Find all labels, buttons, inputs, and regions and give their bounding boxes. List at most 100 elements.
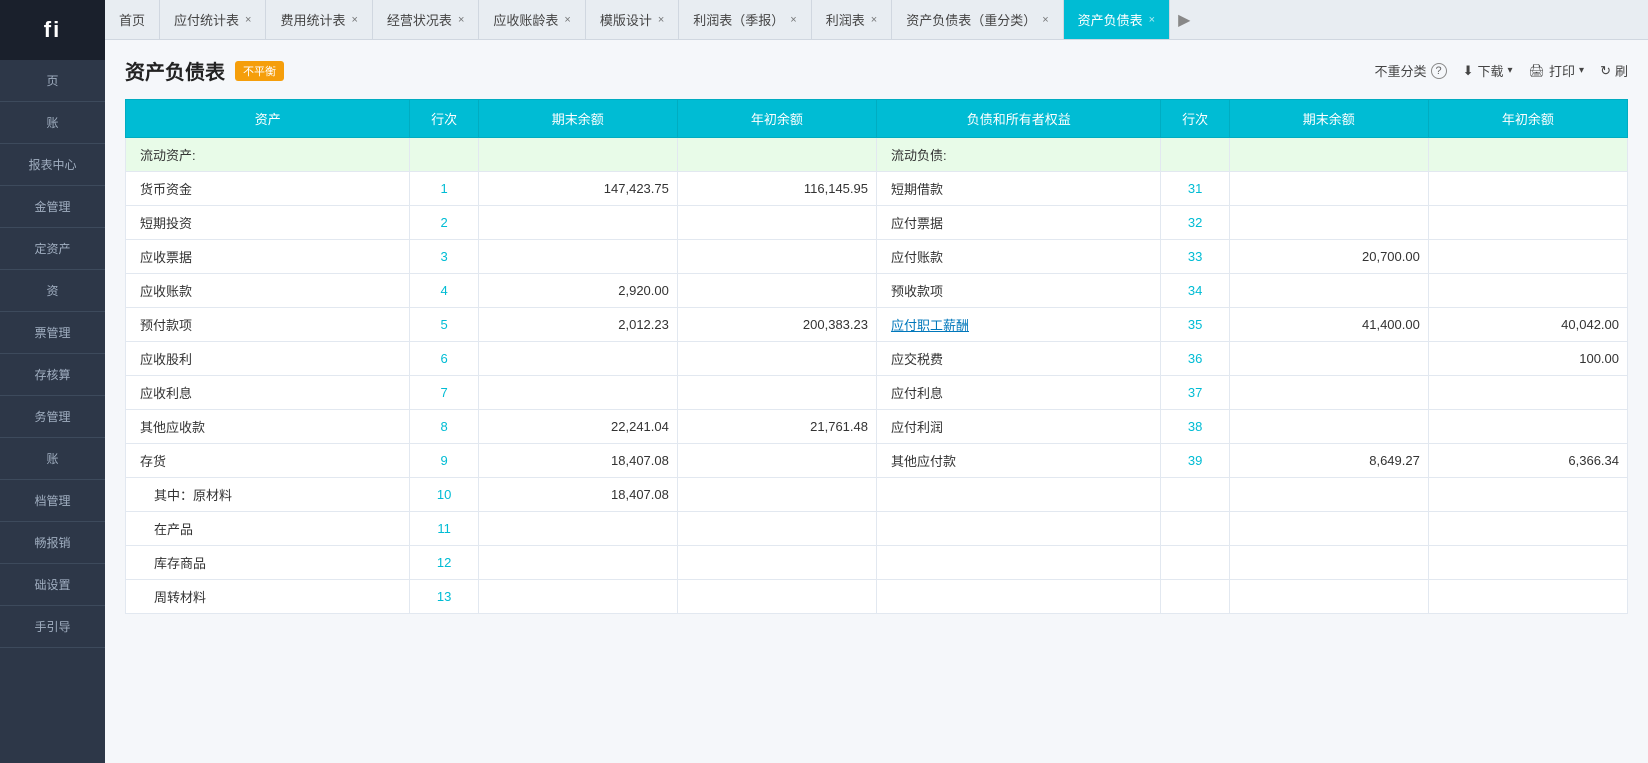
sidebar-item-ledger[interactable]: 账 [0,102,105,144]
right-label: 应付利润 [876,410,1160,444]
left-line: 6 [410,342,478,376]
left-line: 9 [410,444,478,478]
tab-expense-stats[interactable]: 费用统计表 × [266,0,372,40]
tab-close-icon[interactable]: × [351,14,357,26]
right-period [1229,580,1428,614]
page-header: 资产负债表 不平衡 不重分类 ? ⬇ 下载 ▾ 🖨 打印 ▾ [125,56,1628,85]
left-label: 其他应收款 [126,410,410,444]
right-period [1229,410,1428,444]
right-line: 37 [1161,376,1229,410]
help-icon[interactable]: ? [1431,63,1447,79]
left-label: 短期投资 [126,206,410,240]
right-period [1229,512,1428,546]
sidebar-item-settings[interactable]: 础设置 [0,564,105,606]
right-line [1161,478,1229,512]
classify-action[interactable]: 不重分类 ? [1375,61,1447,80]
section-left-label: 流动资产: [126,138,410,172]
tab-balance-reclassified[interactable]: 资产负债表（重分类） × [892,0,1063,40]
right-period [1229,274,1428,308]
left-line: 5 [410,308,478,342]
left-line: 10 [410,478,478,512]
sidebar-item-inventory[interactable]: 存核算 [0,354,105,396]
sidebar-item-accounts[interactable]: 账 [0,438,105,480]
download-icon: ⬇ [1463,63,1474,79]
right-line: 35 [1161,308,1229,342]
download-chevron-icon: ▾ [1507,65,1512,76]
tab-close-active-icon[interactable]: × [1149,14,1155,26]
right-year [1428,410,1627,444]
col-header-period-end: 期末余额 [478,100,677,138]
sidebar-item-archive[interactable]: 档管理 [0,480,105,522]
sidebar-logo: fi [0,0,105,60]
tab-scroll-right[interactable]: ▶ [1170,10,1198,30]
sidebar-item-tax[interactable]: 务管理 [0,396,105,438]
section-right-year [1428,138,1627,172]
right-line: 39 [1161,444,1229,478]
tab-close-icon[interactable]: × [245,14,251,26]
sidebar-item-home[interactable]: 页 [0,60,105,102]
print-icon: 🖨 [1529,63,1546,79]
left-label: 在产品 [126,512,410,546]
left-year [677,580,876,614]
right-year [1428,546,1627,580]
right-label [876,478,1160,512]
tab-operations[interactable]: 经营状况表 × [373,0,479,40]
sidebar-item-bills[interactable]: 票管理 [0,312,105,354]
refresh-action[interactable]: ↻ 刷 [1600,61,1628,80]
right-year: 100.00 [1428,342,1627,376]
tab-close-icon[interactable]: × [1042,14,1048,26]
tab-close-icon[interactable]: × [790,14,796,26]
tab-template[interactable]: 模版设计 × [586,0,679,40]
left-year [677,376,876,410]
right-label: 预收款项 [876,274,1160,308]
right-label: 应付票据 [876,206,1160,240]
tab-ar-aging[interactable]: 应收账龄表 × [479,0,585,40]
download-action[interactable]: ⬇ 下载 ▾ [1463,61,1513,80]
tab-close-icon[interactable]: × [564,14,570,26]
table-row: 其他应收款 8 22,241.04 21,761.48 应付利润 38 [126,410,1628,444]
col-header-asset: 资产 [126,100,410,138]
sidebar-item-guide[interactable]: 手引导 [0,606,105,648]
section-right-period [1229,138,1428,172]
tab-home[interactable]: 首页 [105,0,160,40]
right-year [1428,172,1627,206]
right-line: 36 [1161,342,1229,376]
tab-ap-stats[interactable]: 应付统计表 × [160,0,266,40]
right-line: 38 [1161,410,1229,444]
tab-profit[interactable]: 利润表 × [812,0,892,40]
right-year [1428,274,1627,308]
left-label: 应收利息 [126,376,410,410]
tab-close-icon[interactable]: × [871,14,877,26]
left-label: 应收账款 [126,274,410,308]
right-period: 8,649.27 [1229,444,1428,478]
print-action[interactable]: 🖨 打印 ▾ [1529,61,1585,80]
sidebar-item-finance[interactable]: 金管理 [0,186,105,228]
section-right-label: 流动负债: [876,138,1160,172]
tab-profit-quarterly[interactable]: 利润表（季报） × [679,0,811,40]
right-year [1428,478,1627,512]
sidebar-item-reports[interactable]: 报表中心 [0,144,105,186]
right-period [1229,206,1428,240]
tab-balance[interactable]: 资产负债表 × [1064,0,1170,40]
left-period: 18,407.08 [478,444,677,478]
table-row: 应收利息 7 应付利息 37 [126,376,1628,410]
print-chevron-icon: ▾ [1579,65,1584,76]
right-year [1428,240,1627,274]
tab-close-icon[interactable]: × [458,14,464,26]
left-line: 13 [410,580,478,614]
left-year [677,274,876,308]
right-line: 34 [1161,274,1229,308]
section-row: 流动资产: 流动负债: [126,138,1628,172]
right-line: 32 [1161,206,1229,240]
left-period: 2,012.23 [478,308,677,342]
left-year: 21,761.48 [677,410,876,444]
left-label: 其中：原材料 [126,478,410,512]
left-year: 116,145.95 [677,172,876,206]
left-period: 18,407.08 [478,478,677,512]
sidebar-item-assets[interactable]: 定资产 [0,228,105,270]
sidebar-item-invest[interactable]: 资 [0,270,105,312]
left-label: 预付款项 [126,308,410,342]
left-label: 周转材料 [126,580,410,614]
sidebar-item-expense[interactable]: 畅报销 [0,522,105,564]
tab-close-icon[interactable]: × [658,14,664,26]
